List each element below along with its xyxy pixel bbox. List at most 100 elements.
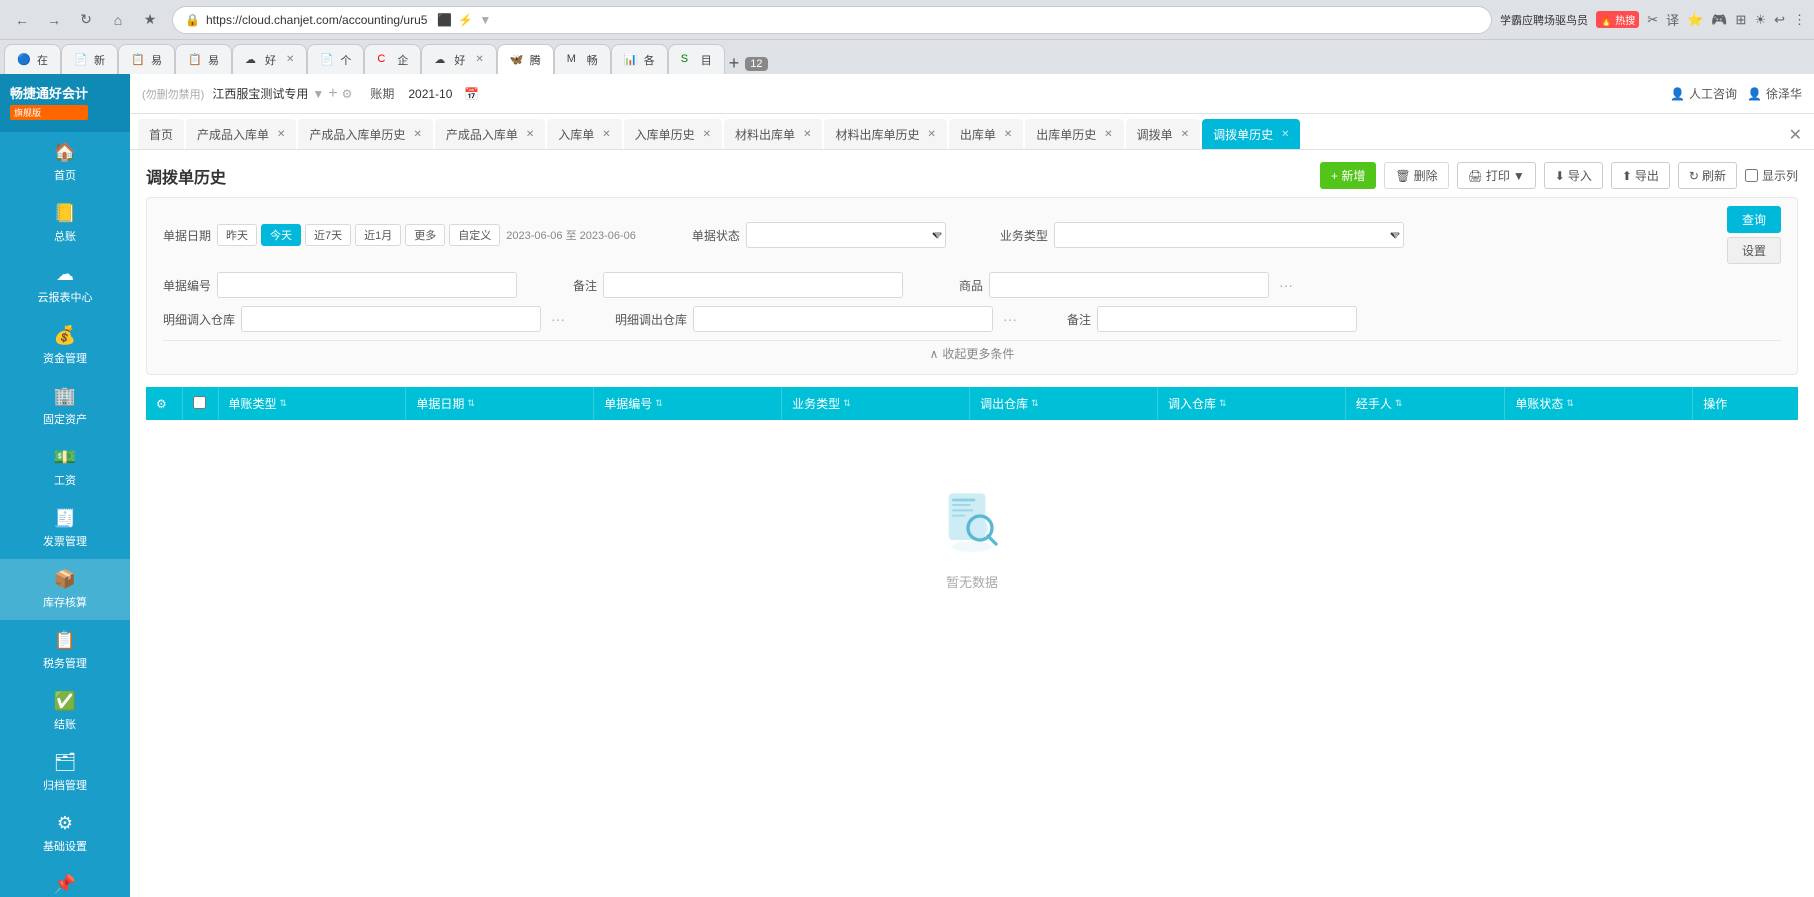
sidebar-item-inventory[interactable]: 📦 库存核算: [0, 559, 130, 620]
export-button[interactable]: ⬆ 导出: [1611, 162, 1670, 189]
tab-close-8[interactable]: ✕: [475, 54, 483, 65]
sidebar-item-fixed-assets[interactable]: 🏢 固定资产: [0, 376, 130, 437]
goods-input[interactable]: [989, 272, 1269, 298]
biz-type-select[interactable]: [1054, 222, 1404, 248]
page-tab-material-out[interactable]: 材料出库单 ✕: [724, 119, 822, 149]
forward-button[interactable]: →: [40, 6, 68, 34]
th-checkbox[interactable]: [182, 387, 218, 420]
browser-tab-11[interactable]: S 目: [668, 44, 725, 74]
th-doc-status[interactable]: 单账状态 ⇅: [1505, 387, 1693, 420]
close-tab-product-in2[interactable]: ✕: [526, 129, 534, 140]
browser-tab-2[interactable]: 📄 新: [61, 44, 118, 74]
delete-button[interactable]: 🗑 删除: [1384, 162, 1448, 189]
browser-tab-3[interactable]: 📋 易: [118, 44, 175, 74]
reload-button[interactable]: ↻: [72, 6, 100, 34]
page-tab-transfer-history[interactable]: 调拨单历史 ✕: [1202, 119, 1300, 149]
query-button[interactable]: 查询: [1727, 206, 1781, 233]
refresh-button[interactable]: ↻ 刷新: [1678, 162, 1737, 189]
gear-icon[interactable]: ⚙: [342, 87, 353, 101]
page-tab-material-out-history[interactable]: 材料出库单历史 ✕: [824, 119, 946, 149]
sidebar-item-settings[interactable]: ⚙ 基础设置: [0, 803, 130, 864]
tab-close-5[interactable]: ✕: [286, 54, 294, 65]
th-doc-date[interactable]: 单据日期 ⇅: [406, 387, 594, 420]
page-tab-product-in-history[interactable]: 产成品入库单历史 ✕: [298, 119, 432, 149]
browser-tab-5[interactable]: ☁ 好 ✕: [232, 44, 307, 74]
sidebar-item-tax[interactable]: 📋 税务管理: [0, 620, 130, 681]
browser-tab-9[interactable]: M 畅: [554, 44, 611, 74]
add-company-button[interactable]: +: [328, 85, 337, 103]
import-button[interactable]: ⬇ 导入: [1544, 162, 1603, 189]
close-tab-in[interactable]: ✕: [602, 129, 610, 140]
close-tab-out-history[interactable]: ✕: [1104, 129, 1112, 140]
goods-more-button[interactable]: ···: [1275, 277, 1297, 293]
browser-tab-1[interactable]: 🔵 在: [4, 44, 61, 74]
detail-in-input[interactable]: [241, 306, 541, 332]
th-in-warehouse[interactable]: 调入仓库 ⇅: [1157, 387, 1345, 420]
browser-tab-4[interactable]: 📋 易: [175, 44, 232, 74]
back-button[interactable]: ←: [8, 6, 36, 34]
browser-tab-7[interactable]: C 企: [364, 44, 421, 74]
docnum-input[interactable]: [217, 272, 517, 298]
sidebar-item-cloud-report[interactable]: ☁ 云报表中心: [0, 254, 130, 315]
bookmark-button[interactable]: ★: [136, 6, 164, 34]
browser-tab-active[interactable]: 🦋 腾: [497, 44, 554, 74]
th-settings[interactable]: ⚙: [146, 387, 182, 420]
close-tab-product-in[interactable]: ✕: [277, 129, 285, 140]
th-doc-type[interactable]: 单账类型 ⇅: [218, 387, 406, 420]
date-btn-yesterday[interactable]: 昨天: [217, 224, 257, 246]
date-btn-more[interactable]: 更多: [405, 224, 445, 246]
page-tab-product-in[interactable]: 产成品入库单 ✕: [186, 119, 296, 149]
close-all-tabs-icon[interactable]: ✕: [1785, 121, 1806, 149]
close-tab-transfer[interactable]: ✕: [1181, 129, 1189, 140]
close-tab-material-out-history[interactable]: ✕: [927, 129, 935, 140]
th-out-warehouse[interactable]: 调出仓库 ⇅: [970, 387, 1158, 420]
user-info[interactable]: 👤 徐泽华: [1747, 85, 1802, 102]
sidebar-item-close[interactable]: ✅ 结账: [0, 681, 130, 742]
date-btn-7days[interactable]: 近7天: [305, 224, 351, 246]
page-tab-in-history[interactable]: 入库单历史 ✕: [624, 119, 722, 149]
browser-tab-8[interactable]: ☁ 好 ✕: [421, 44, 496, 74]
select-all-checkbox[interactable]: [193, 396, 206, 409]
display-cols-checkbox[interactable]: [1745, 169, 1758, 182]
date-btn-custom[interactable]: 自定义: [449, 224, 500, 246]
sidebar-item-guide[interactable]: 📌 新手引导: [0, 864, 130, 897]
calendar-icon[interactable]: 📅: [464, 87, 479, 101]
date-btn-1month[interactable]: 近1月: [355, 224, 401, 246]
th-doc-num[interactable]: 单据编号 ⇅: [594, 387, 782, 420]
remark-input[interactable]: [603, 272, 903, 298]
new-tab-button[interactable]: +: [729, 53, 740, 74]
browser-tab-10[interactable]: 📊 各: [611, 44, 668, 74]
sidebar-item-archive[interactable]: 🗂 归档管理: [0, 742, 130, 803]
new-button[interactable]: + 新增: [1320, 162, 1376, 189]
close-tab-in-history[interactable]: ✕: [703, 129, 711, 140]
collapse-bar[interactable]: ∧ 收起更多条件: [163, 340, 1781, 366]
close-tab-out[interactable]: ✕: [1004, 129, 1012, 140]
browser-tab-6[interactable]: 📄 个: [307, 44, 364, 74]
detail-out-more-button[interactable]: ···: [999, 311, 1021, 327]
page-tab-product-in2[interactable]: 产成品入库单 ✕: [435, 119, 545, 149]
sidebar-item-invoice[interactable]: 🧾 发票管理: [0, 498, 130, 559]
close-tab-material-out[interactable]: ✕: [803, 129, 811, 140]
sidebar-item-salary[interactable]: 💵 工资: [0, 437, 130, 498]
display-cols-toggle[interactable]: 显示列: [1745, 167, 1798, 184]
detail-out-input[interactable]: [693, 306, 993, 332]
page-tab-home[interactable]: 首页: [138, 119, 184, 149]
filter-settings-button[interactable]: 设置: [1727, 237, 1781, 264]
company-selector[interactable]: (勿删勿禁用) 江西服宝测试专用 ▼ + ⚙: [142, 85, 352, 103]
sidebar-item-ledger[interactable]: 📒 总账: [0, 193, 130, 254]
address-bar[interactable]: 🔒 https://cloud.chanjet.com/accounting/u…: [172, 6, 1492, 34]
service-button[interactable]: 👤 人工咨询: [1670, 85, 1737, 102]
page-tab-transfer[interactable]: 调拨单 ✕: [1126, 119, 1200, 149]
date-btn-today[interactable]: 今天: [261, 224, 301, 246]
note-input[interactable]: [1097, 306, 1357, 332]
print-button[interactable]: 🖨 打印 ▼: [1457, 162, 1536, 189]
sidebar-item-home[interactable]: 🏠 首页: [0, 132, 130, 193]
page-tab-out-history[interactable]: 出库单历史 ✕: [1025, 119, 1123, 149]
th-handler[interactable]: 经手人 ⇅: [1345, 387, 1505, 420]
close-tab-product-in-history[interactable]: ✕: [413, 129, 421, 140]
detail-in-more-button[interactable]: ···: [547, 311, 569, 327]
page-tab-out[interactable]: 出库单 ✕: [949, 119, 1023, 149]
sidebar-item-fund[interactable]: 💰 资金管理: [0, 315, 130, 376]
page-tab-in[interactable]: 入库单 ✕: [547, 119, 621, 149]
status-select[interactable]: [746, 222, 946, 248]
